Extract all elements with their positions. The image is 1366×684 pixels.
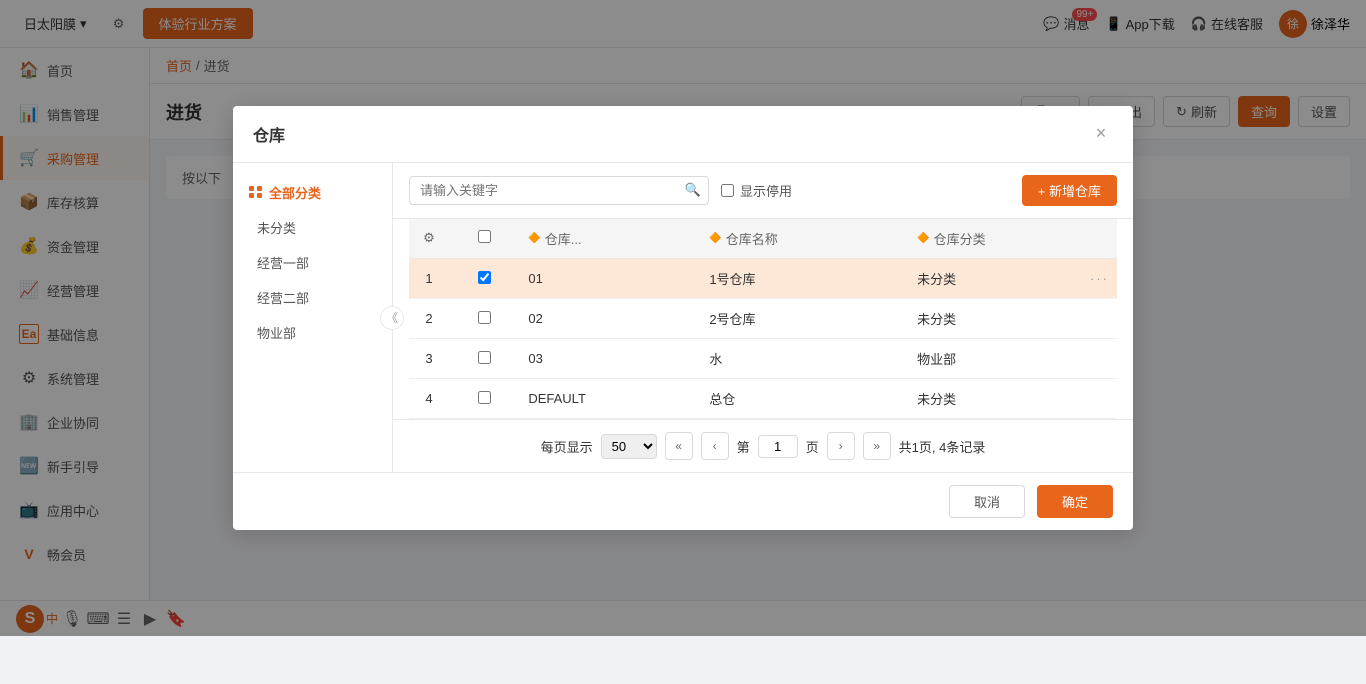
row-checkbox[interactable] (478, 351, 491, 364)
show-disabled-checkbox[interactable] (721, 184, 734, 197)
prev-page-button[interactable]: ‹ (701, 432, 729, 460)
td-checkbox[interactable] (449, 299, 520, 339)
row-checkbox[interactable] (478, 271, 491, 284)
next-page-button[interactable]: › (827, 432, 855, 460)
category-item-ops1[interactable]: 经营一部 (233, 245, 392, 280)
td-code: 01 (520, 258, 701, 299)
th-checkbox (449, 219, 520, 259)
modal-header: 仓库 × (233, 106, 1133, 163)
warehouse-table: ⚙ 🔶 仓库... (409, 219, 1117, 420)
more-button[interactable]: ··· (1090, 271, 1109, 286)
sort-category[interactable]: 🔶 仓库分类 (917, 229, 985, 248)
td-category: 未分类 ··· (909, 259, 1117, 299)
th-name[interactable]: 🔶 仓库名称 (701, 219, 909, 259)
show-disabled-wrap: 显示停用 (721, 181, 792, 200)
page-suffix: 页 (806, 437, 819, 456)
modal-title: 仓库 (253, 122, 285, 146)
select-all-checkbox[interactable] (478, 230, 491, 243)
first-page-button[interactable]: « (665, 432, 693, 460)
right-panel: 🔍 显示停用 + 新增仓库 ⚙ (393, 163, 1133, 473)
sort-name-icon: 🔶 (709, 233, 721, 244)
category-item-ops2[interactable]: 经营二部 (233, 280, 392, 315)
search-icon[interactable]: 🔍 (685, 182, 701, 198)
td-row-no: 3 (409, 339, 449, 379)
modal-backdrop: 仓库 × 全部分类 未分类 经营一部 经营二部 物业部 (0, 0, 1366, 636)
page-input[interactable] (758, 435, 798, 458)
table-header-row: ⚙ 🔶 仓库... (409, 219, 1117, 259)
td-name: 2号仓库 (701, 299, 909, 339)
td-code: DEFAULT (520, 379, 701, 419)
category-dots-icon (249, 186, 263, 198)
td-row-no: 4 (409, 379, 449, 419)
td-name: 水 (701, 339, 909, 379)
confirm-button[interactable]: 确定 (1037, 485, 1113, 518)
page-label: 第 (737, 437, 750, 456)
td-checkbox[interactable] (449, 339, 520, 379)
category-collapse-button[interactable]: 《 (380, 306, 404, 330)
page-size-select[interactable]: 50 10 20 100 (601, 434, 657, 459)
th-settings: ⚙ (409, 219, 449, 259)
table-row[interactable]: 1 01 1号仓库 未分类 ··· (409, 258, 1117, 299)
search-input[interactable] (409, 176, 709, 205)
td-row-no: 2 (409, 299, 449, 339)
total-info: 共1页, 4条记录 (899, 437, 986, 456)
table-row[interactable]: 2 02 2号仓库 未分类 (409, 299, 1117, 339)
td-row-no: 1 (409, 258, 449, 299)
table-row[interactable]: 4 DEFAULT 总仓 未分类 (409, 379, 1117, 419)
warehouse-table-wrap: ⚙ 🔶 仓库... (393, 219, 1133, 420)
td-checkbox[interactable] (449, 379, 520, 419)
cancel-button[interactable]: 取消 (949, 485, 1025, 518)
modal-body: 全部分类 未分类 经营一部 经营二部 物业部 《 🔍 (233, 163, 1133, 473)
page-size-label: 每页显示 (541, 437, 593, 456)
category-panel: 全部分类 未分类 经营一部 经营二部 物业部 《 (233, 163, 393, 473)
td-checkbox[interactable] (449, 258, 520, 299)
td-category: 未分类 (909, 379, 1117, 419)
row-checkbox[interactable] (478, 391, 491, 404)
category-item-unclassified[interactable]: 未分类 (233, 210, 392, 245)
row-checkbox[interactable] (478, 311, 491, 324)
td-name: 1号仓库 (701, 258, 909, 299)
td-category: 未分类 (909, 299, 1117, 339)
search-input-wrap: 🔍 (409, 176, 709, 205)
td-code: 02 (520, 299, 701, 339)
table-row[interactable]: 3 03 水 物业部 (409, 339, 1117, 379)
modal-footer: 取消 确定 (233, 472, 1133, 530)
sort-category-icon: 🔶 (917, 233, 929, 244)
sort-name[interactable]: 🔶 仓库名称 (709, 229, 777, 248)
sort-icon: 🔶 (528, 233, 540, 244)
th-code[interactable]: 🔶 仓库... (520, 219, 701, 259)
pagination-bar: 每页显示 50 10 20 100 « ‹ 第 页 › » 共1页, 4条记录 (393, 419, 1133, 472)
td-code: 03 (520, 339, 701, 379)
last-page-button[interactable]: » (863, 432, 891, 460)
category-all-label: 全部分类 (269, 183, 321, 202)
search-bar: 🔍 显示停用 + 新增仓库 (393, 163, 1133, 219)
modal-close-button[interactable]: × (1089, 122, 1113, 146)
show-disabled-label[interactable]: 显示停用 (740, 181, 792, 200)
category-item-property[interactable]: 物业部 (233, 315, 392, 350)
td-name: 总仓 (701, 379, 909, 419)
sort-code[interactable]: 🔶 仓库... (528, 229, 581, 248)
add-warehouse-button[interactable]: + 新增仓库 (1022, 175, 1117, 206)
td-category: 物业部 (909, 339, 1117, 379)
warehouse-modal: 仓库 × 全部分类 未分类 经营一部 经营二部 物业部 (233, 106, 1133, 531)
category-all[interactable]: 全部分类 (233, 175, 392, 210)
warehouse-table-body: 1 01 1号仓库 未分类 ··· 2 02 2号仓库 未分类 3 (409, 258, 1117, 419)
th-category[interactable]: 🔶 仓库分类 (909, 219, 1117, 259)
